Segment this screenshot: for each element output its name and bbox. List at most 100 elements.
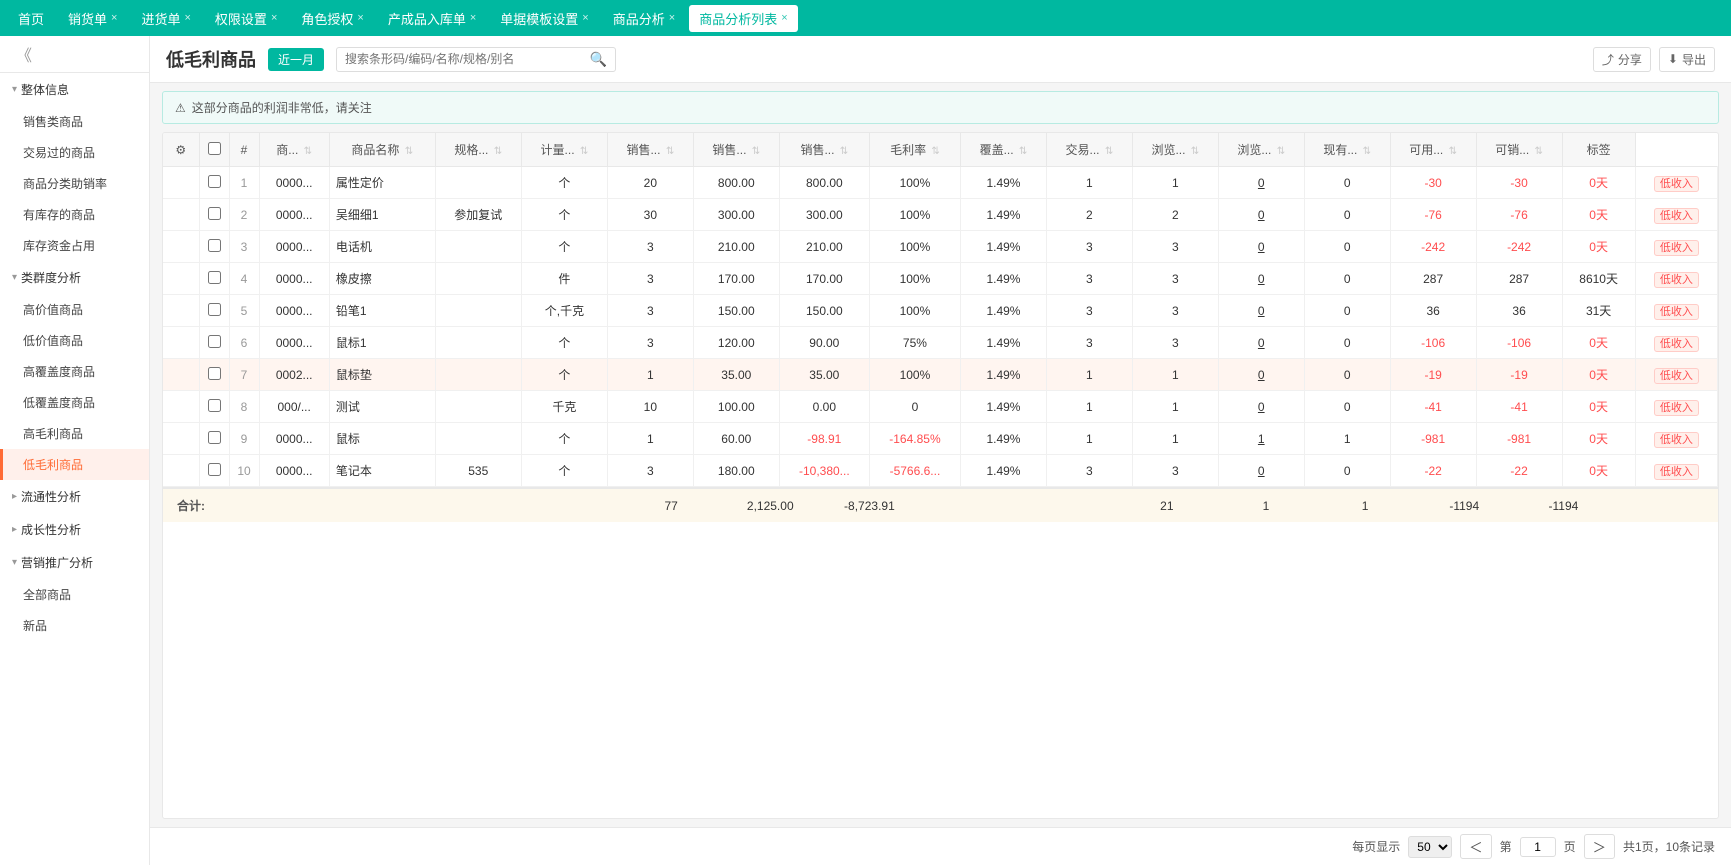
row-checkbox-3[interactable] bbox=[208, 271, 221, 284]
nav-item-role[interactable]: 角色授权 × bbox=[291, 5, 373, 32]
nav-item-analysis-list[interactable]: 商品分析列表 × bbox=[689, 5, 797, 32]
nav-analysis-list-close[interactable]: × bbox=[781, 12, 787, 24]
cell-sales-gross-6: 35.00 bbox=[779, 359, 869, 391]
sidebar-item-traded-goods[interactable]: 交易过的商品 bbox=[0, 137, 149, 168]
cell-browse1-0[interactable]: 0 bbox=[1218, 167, 1304, 199]
cell-checkbox-3[interactable] bbox=[199, 263, 229, 295]
cell-browse1-5[interactable]: 0 bbox=[1218, 327, 1304, 359]
row-checkbox-0[interactable] bbox=[208, 175, 221, 188]
cell-checkbox-9[interactable] bbox=[199, 455, 229, 487]
sidebar-item-high-margin[interactable]: 高毛利商品 bbox=[0, 418, 149, 449]
cell-browse1-7[interactable]: 0 bbox=[1218, 391, 1304, 423]
select-all-checkbox[interactable] bbox=[208, 142, 221, 155]
cell-browse1-8[interactable]: 1 bbox=[1218, 423, 1304, 455]
next-page-btn[interactable]: ＞ bbox=[1584, 834, 1615, 859]
row-checkbox-9[interactable] bbox=[208, 463, 221, 476]
row-checkbox-7[interactable] bbox=[208, 399, 221, 412]
col-browse1[interactable]: 浏览... ⇅ bbox=[1132, 133, 1218, 167]
col-spec[interactable]: 规格... ⇅ bbox=[435, 133, 521, 167]
cell-browse1-3[interactable]: 0 bbox=[1218, 263, 1304, 295]
export-btn[interactable]: ⬇ 导出 bbox=[1659, 47, 1715, 72]
cell-checkbox-2[interactable] bbox=[199, 231, 229, 263]
nav-item-permission[interactable]: 权限设置 × bbox=[205, 5, 287, 32]
col-available[interactable]: 可用... ⇅ bbox=[1390, 133, 1476, 167]
row-checkbox-5[interactable] bbox=[208, 335, 221, 348]
col-name[interactable]: 商品名称 ⇅ bbox=[329, 133, 435, 167]
cell-checkbox-8[interactable] bbox=[199, 423, 229, 455]
nav-template-close[interactable]: × bbox=[582, 12, 588, 24]
col-sellable[interactable]: 可销... ⇅ bbox=[1476, 133, 1562, 167]
nav-permission-close[interactable]: × bbox=[271, 12, 277, 24]
col-settings[interactable]: ⚙ bbox=[163, 133, 199, 167]
nav-analysis-close[interactable]: × bbox=[669, 12, 675, 24]
prev-page-btn[interactable]: ＜ bbox=[1460, 834, 1491, 859]
page-size-select[interactable]: 50 bbox=[1408, 836, 1452, 858]
sidebar-item-low-coverage[interactable]: 低覆盖度商品 bbox=[0, 387, 149, 418]
cell-browse1-2[interactable]: 0 bbox=[1218, 231, 1304, 263]
nav-item-purchase[interactable]: 进货单 × bbox=[131, 5, 200, 32]
sidebar-collapse-btn[interactable]: 《 bbox=[8, 42, 40, 66]
col-sales-amount[interactable]: 销售... ⇅ bbox=[693, 133, 779, 167]
nav-item-template[interactable]: 单据模板设置 × bbox=[490, 5, 598, 32]
cell-qty-1: 30 bbox=[607, 199, 693, 231]
cell-checkbox-0[interactable] bbox=[199, 167, 229, 199]
row-checkbox-8[interactable] bbox=[208, 431, 221, 444]
col-checkbox[interactable] bbox=[199, 133, 229, 167]
cell-browse1-9[interactable]: 0 bbox=[1218, 455, 1304, 487]
cell-spec-2 bbox=[435, 231, 521, 263]
cell-checkbox-4[interactable] bbox=[199, 295, 229, 327]
cell-checkbox-1[interactable] bbox=[199, 199, 229, 231]
sidebar-group-cluster[interactable]: ▾ 类群度分析 bbox=[0, 261, 149, 294]
nav-item-analysis[interactable]: 商品分析 × bbox=[603, 5, 685, 32]
cell-checkbox-7[interactable] bbox=[199, 391, 229, 423]
row-checkbox-6[interactable] bbox=[208, 367, 221, 380]
sidebar-item-category-rate[interactable]: 商品分类助销率 bbox=[0, 168, 149, 199]
sidebar-group-marketing[interactable]: ▾ 营销推广分析 bbox=[0, 546, 149, 579]
row-checkbox-4[interactable] bbox=[208, 303, 221, 316]
col-transaction[interactable]: 交易... ⇅ bbox=[1046, 133, 1132, 167]
cell-checkbox-5[interactable] bbox=[199, 327, 229, 359]
sidebar-item-high-value[interactable]: 高价值商品 bbox=[0, 294, 149, 325]
col-unit[interactable]: 计量... ⇅ bbox=[521, 133, 607, 167]
cell-browse1-1[interactable]: 0 bbox=[1218, 199, 1304, 231]
cell-current-stock-8: -981 bbox=[1390, 423, 1476, 455]
sidebar-group-growth[interactable]: ▸ 成长性分析 bbox=[0, 513, 149, 546]
sidebar-item-sales-goods[interactable]: 销售类商品 bbox=[0, 106, 149, 137]
col-coverage[interactable]: 覆盖... ⇅ bbox=[960, 133, 1046, 167]
search-icon[interactable]: 🔍 bbox=[590, 51, 607, 68]
col-browse2[interactable]: 浏览... ⇅ bbox=[1218, 133, 1304, 167]
nav-sales-close[interactable]: × bbox=[111, 12, 117, 24]
row-checkbox-2[interactable] bbox=[208, 239, 221, 252]
col-qty[interactable]: 销售... ⇅ bbox=[607, 133, 693, 167]
share-btn[interactable]: ⤴ 分享 bbox=[1593, 47, 1651, 72]
col-sales-gross[interactable]: 销售... ⇅ bbox=[779, 133, 869, 167]
cell-browse1-4[interactable]: 0 bbox=[1218, 295, 1304, 327]
sidebar-group-overall[interactable]: ▾ 整体信息 bbox=[0, 73, 149, 106]
sidebar-item-in-stock[interactable]: 有库存的商品 bbox=[0, 199, 149, 230]
nav-role-close[interactable]: × bbox=[357, 12, 363, 24]
cell-qty-4: 3 bbox=[607, 295, 693, 327]
sidebar: 《 ▾ 整体信息 销售类商品 交易过的商品 商品分类助销率 有库存的商品 库存资… bbox=[0, 36, 150, 865]
search-input[interactable] bbox=[345, 52, 584, 66]
cell-settings-4 bbox=[163, 295, 199, 327]
sidebar-item-low-margin[interactable]: 低毛利商品 bbox=[0, 449, 149, 480]
sidebar-group-liquidity[interactable]: ▸ 流通性分析 bbox=[0, 480, 149, 513]
row-checkbox-1[interactable] bbox=[208, 207, 221, 220]
cell-checkbox-6[interactable] bbox=[199, 359, 229, 391]
sidebar-item-all-goods[interactable]: 全部商品 bbox=[0, 579, 149, 610]
sidebar-item-stock-capital[interactable]: 库存资金占用 bbox=[0, 230, 149, 261]
cell-browse1-6[interactable]: 0 bbox=[1218, 359, 1304, 391]
nav-item-home[interactable]: 首页 bbox=[8, 5, 54, 32]
col-current-stock[interactable]: 现有... ⇅ bbox=[1304, 133, 1390, 167]
sidebar-item-high-coverage[interactable]: 高覆盖度商品 bbox=[0, 356, 149, 387]
page-input[interactable] bbox=[1520, 837, 1556, 857]
sidebar-item-new-goods[interactable]: 新品 bbox=[0, 610, 149, 641]
col-margin-rate[interactable]: 毛利率 ⇅ bbox=[869, 133, 960, 167]
nav-product-in-close[interactable]: × bbox=[470, 12, 476, 24]
filter-recent-month-btn[interactable]: 近一月 bbox=[268, 48, 324, 71]
sidebar-item-low-value[interactable]: 低价值商品 bbox=[0, 325, 149, 356]
col-code[interactable]: 商... ⇅ bbox=[259, 133, 329, 167]
nav-purchase-close[interactable]: × bbox=[184, 12, 190, 24]
nav-item-sales[interactable]: 销货单 × bbox=[58, 5, 127, 32]
nav-item-product-in[interactable]: 产成品入库单 × bbox=[378, 5, 486, 32]
